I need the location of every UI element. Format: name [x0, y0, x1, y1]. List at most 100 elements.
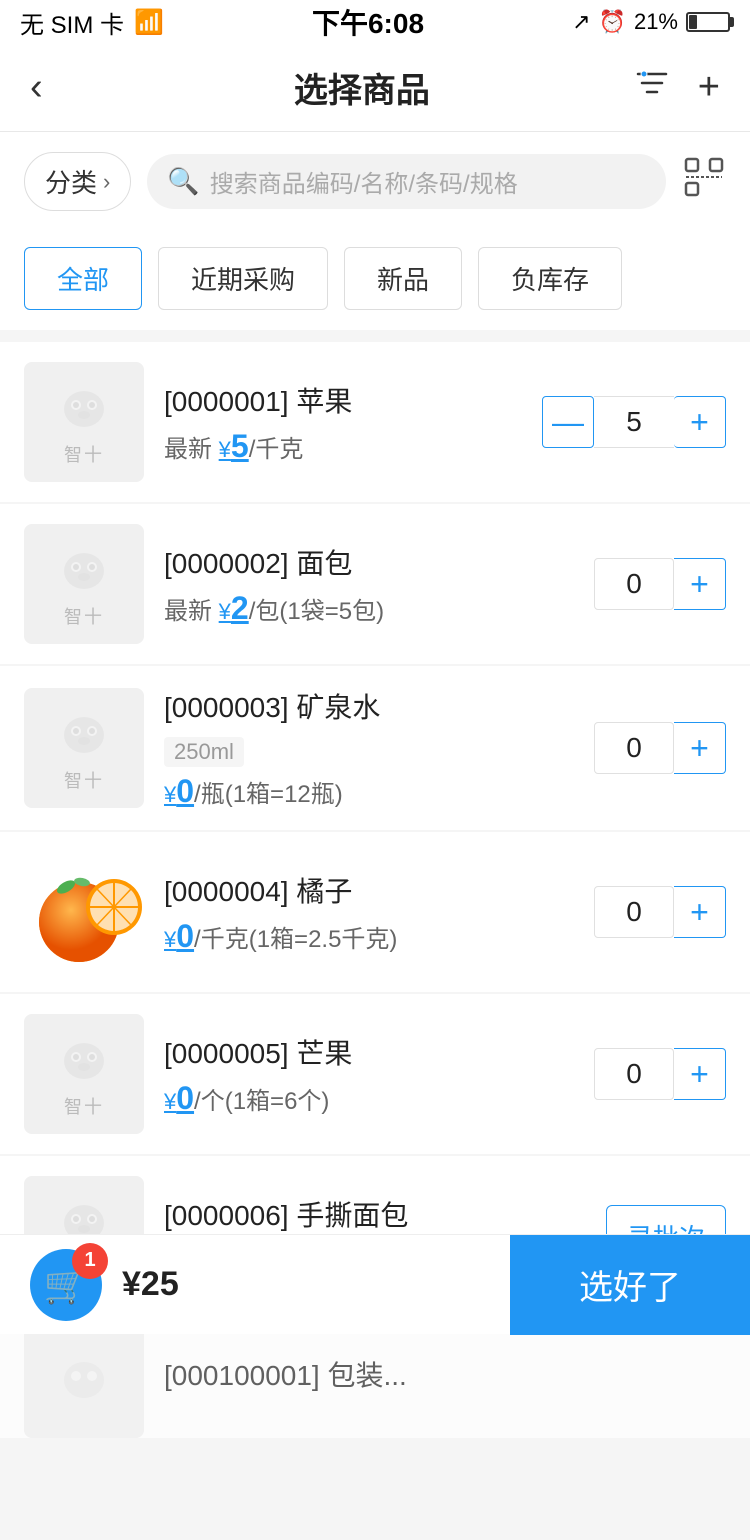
cart-badge: 1	[72, 1243, 108, 1279]
product-spec-3: 250ml	[164, 737, 244, 767]
bottom-bar: 🛒 1 ¥25 选好了	[0, 1234, 750, 1334]
filter-tabs: 全部 近期采购 新品 负库存	[0, 231, 750, 330]
cart-button[interactable]: 🛒 1	[30, 1249, 102, 1321]
tab-all[interactable]: 全部	[24, 247, 142, 310]
price-value-5: 0	[176, 1080, 194, 1116]
product-info-7: [000100001] 包装...	[164, 1354, 726, 1402]
product-price-4: ¥0/千克(1箱=2.5千克)	[164, 918, 578, 955]
cart-total: ¥25	[122, 1265, 179, 1304]
cart-section: 🛒 1 ¥25	[0, 1249, 510, 1321]
price-value-3: 0	[176, 773, 194, 809]
product-image-7	[24, 1318, 144, 1438]
nav-bar: ‹ 选择商品 +	[0, 44, 750, 132]
product-price-5: ¥0/个(1箱=6个)	[164, 1080, 578, 1117]
product-name-1: [0000001] 苹果	[164, 380, 526, 420]
category-button[interactable]: 分类 ›	[24, 152, 131, 211]
product-price-1: 最新 ¥5/千克	[164, 428, 526, 465]
brand-label-3: 智十	[64, 767, 104, 793]
search-bar: 分类 › 🔍 搜索商品编码/名称/条码/规格	[0, 132, 750, 231]
product-item-1: 智十 [0000001] 苹果 最新 ¥5/千克 — +	[0, 342, 750, 502]
qty-plus-3[interactable]: +	[674, 722, 726, 774]
tab-new[interactable]: 新品	[344, 247, 462, 310]
product-name-3: [0000003] 矿泉水	[164, 686, 578, 726]
tab-recent[interactable]: 近期采购	[158, 247, 328, 310]
price-value-4: 0	[176, 918, 194, 954]
location-icon: ↗	[572, 9, 590, 35]
product-image-1: 智十	[24, 362, 144, 482]
product-image-2: 智十	[24, 524, 144, 644]
product-price-2: 最新 ¥2/包(1袋=5包)	[164, 590, 578, 627]
unit-4: /千克(1箱=2.5千克)	[194, 926, 397, 953]
chevron-icon: ›	[103, 169, 110, 195]
product-name-6: [0000006] 手撕面包	[164, 1194, 590, 1234]
qty-plus-5[interactable]: +	[674, 1048, 726, 1100]
product-item-3: 智十 [0000003] 矿泉水 250ml ¥0/瓶(1箱=12瓶) +	[0, 666, 750, 830]
product-price-3: ¥0/瓶(1箱=12瓶)	[164, 773, 578, 810]
qty-plus-2[interactable]: +	[674, 558, 726, 610]
add-button[interactable]: +	[698, 66, 720, 109]
search-icon: 🔍	[167, 166, 199, 197]
currency-5: ¥	[164, 1089, 176, 1114]
product-info-5: [0000005] 芒果 ¥0/个(1箱=6个)	[164, 1032, 578, 1117]
qty-minus-1[interactable]: —	[542, 396, 594, 448]
currency-3: ¥	[164, 782, 176, 807]
brand-label-1: 智十	[64, 441, 104, 467]
product-image-3: 智十	[24, 688, 144, 808]
product-name-5: [0000005] 芒果	[164, 1032, 578, 1072]
brand-label-5: 智十	[64, 1093, 104, 1119]
search-placeholder-text: 搜索商品编码/名称/条码/规格	[210, 164, 518, 199]
status-bar: 无 SIM 卡 📶 下午6:08 ↗ ⏰ 21%	[0, 0, 750, 44]
unit-2: /包(1袋=5包)	[249, 598, 384, 625]
owl-placeholder-7	[54, 1348, 114, 1408]
qty-input-4[interactable]	[594, 886, 674, 938]
price-label-1: 最新	[164, 436, 219, 463]
product-info-4: [0000004] 橘子 ¥0/千克(1箱=2.5千克)	[164, 870, 578, 955]
qty-input-5[interactable]	[594, 1048, 674, 1100]
product-image-4	[24, 852, 144, 972]
qty-plus-1[interactable]: +	[674, 396, 726, 448]
confirm-button[interactable]: 选好了	[510, 1235, 750, 1335]
product-name-2: [0000002] 面包	[164, 542, 578, 582]
product-info-2: [0000002] 面包 最新 ¥2/包(1袋=5包)	[164, 542, 578, 627]
scan-icon[interactable]	[682, 155, 726, 208]
tab-negative[interactable]: 负库存	[478, 247, 622, 310]
filter-icon[interactable]	[634, 65, 670, 110]
owl-placeholder: 智十	[54, 377, 114, 467]
qty-input-3[interactable]	[594, 722, 674, 774]
product-name-7: [000100001] 包装...	[164, 1354, 726, 1394]
status-left: 无 SIM 卡 📶	[20, 5, 164, 40]
unit-1: /千克	[249, 436, 304, 463]
qty-plus-4[interactable]: +	[674, 886, 726, 938]
qty-control-5: +	[594, 1048, 726, 1100]
search-input-wrapper[interactable]: 🔍 搜索商品编码/名称/条码/规格	[147, 154, 666, 209]
product-image-5: 智十	[24, 1014, 144, 1134]
currency-4: ¥	[164, 927, 176, 952]
unit-5: /个(1箱=6个)	[194, 1088, 329, 1115]
qty-input-1[interactable]	[594, 396, 674, 448]
price-value-2: 2	[231, 590, 249, 626]
battery-icon	[686, 12, 730, 32]
product-item-5: 智十 [0000005] 芒果 ¥0/个(1箱=6个) +	[0, 994, 750, 1154]
alarm-icon: ⏰	[599, 9, 626, 35]
qty-control-2: +	[594, 558, 726, 610]
owl-placeholder-3: 智十	[54, 703, 114, 793]
status-right: ↗ ⏰ 21%	[572, 9, 730, 35]
orange-image-svg	[24, 852, 144, 972]
product-item-2: 智十 [0000002] 面包 最新 ¥2/包(1袋=5包) +	[0, 504, 750, 664]
product-item-4: [0000004] 橘子 ¥0/千克(1箱=2.5千克) +	[0, 832, 750, 992]
currency-1: ¥	[219, 437, 231, 462]
category-label: 分类	[45, 163, 97, 200]
qty-input-2[interactable]	[594, 558, 674, 610]
owl-placeholder-5: 智十	[54, 1029, 114, 1119]
brand-label-2: 智十	[64, 603, 104, 629]
qty-control-3: +	[594, 722, 726, 774]
product-info-1: [0000001] 苹果 最新 ¥5/千克	[164, 380, 526, 465]
currency-2: ¥	[219, 599, 231, 624]
product-name-4: [0000004] 橘子	[164, 870, 578, 910]
status-time: 下午6:08	[312, 2, 424, 42]
nav-actions: +	[634, 65, 720, 110]
product-item-7: [000100001] 包装...	[0, 1318, 750, 1438]
qty-control-1: — +	[542, 396, 726, 448]
price-label-2: 最新	[164, 598, 219, 625]
back-button[interactable]: ‹	[30, 66, 90, 109]
